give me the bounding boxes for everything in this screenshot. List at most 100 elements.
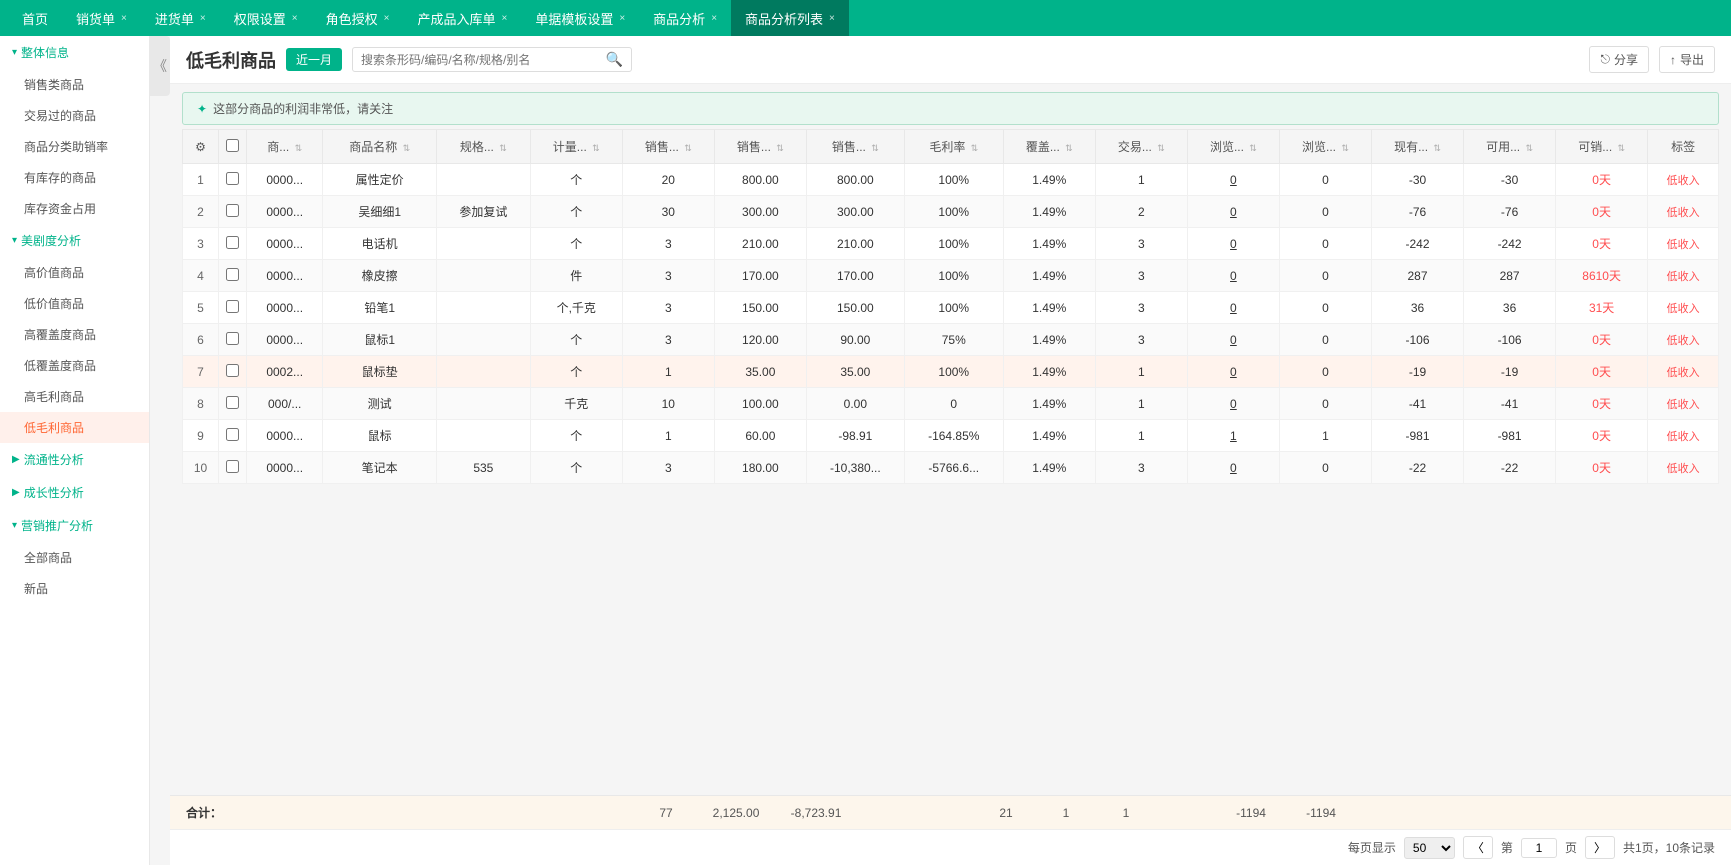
- sort-view1-icon[interactable]: ⇅: [1249, 143, 1257, 153]
- cell-checkbox-4[interactable]: [219, 292, 247, 324]
- cell-name-2[interactable]: 电话机: [323, 228, 437, 260]
- sidebar-group-overall[interactable]: ▾ 整体信息: [0, 36, 149, 69]
- sort-sellable-icon[interactable]: ⇅: [1618, 143, 1626, 153]
- cell-checkbox-9[interactable]: [219, 452, 247, 484]
- nav-analysis[interactable]: 商品分析 ×: [639, 0, 731, 36]
- cell-name-3[interactable]: 橡皮擦: [323, 260, 437, 292]
- cell-name-0[interactable]: 属性定价: [323, 164, 437, 196]
- nav-roles[interactable]: 角色授权 ×: [312, 0, 404, 36]
- sidebar-item-new-goods[interactable]: 新品: [0, 573, 149, 604]
- sort-spec-icon[interactable]: ⇅: [499, 143, 507, 153]
- page-number-input[interactable]: [1521, 838, 1557, 858]
- view1-link-6[interactable]: 0: [1230, 365, 1237, 379]
- row-checkbox-1[interactable]: [226, 204, 239, 217]
- view1-link-1[interactable]: 0: [1230, 205, 1237, 219]
- sidebar-item-traded-goods[interactable]: 交易过的商品: [0, 100, 149, 131]
- sort-available-icon[interactable]: ⇅: [1525, 143, 1533, 153]
- view1-link-7[interactable]: 0: [1230, 397, 1237, 411]
- row-checkbox-4[interactable]: [226, 300, 239, 313]
- sort-coverage-icon[interactable]: ⇅: [1065, 143, 1073, 153]
- close-sales-icon[interactable]: ×: [121, 13, 127, 24]
- settings-icon[interactable]: ⚙: [195, 140, 206, 154]
- view1-link-0[interactable]: 0: [1230, 173, 1237, 187]
- cell-name-4[interactable]: 铅笔1: [323, 292, 437, 324]
- cell-checkbox-3[interactable]: [219, 260, 247, 292]
- sort-sale-price-icon[interactable]: ⇅: [776, 143, 784, 153]
- col-checkbox[interactable]: [219, 130, 247, 164]
- cell-name-7[interactable]: 测试: [323, 388, 437, 420]
- nav-home[interactable]: 首页: [8, 0, 62, 36]
- cell-view1-0[interactable]: 0: [1187, 164, 1279, 196]
- nav-products-in[interactable]: 产成品入库单 ×: [403, 0, 521, 36]
- cell-checkbox-8[interactable]: [219, 420, 247, 452]
- close-permissions-icon[interactable]: ×: [292, 13, 298, 24]
- page-size-select[interactable]: 50 100 200: [1404, 837, 1455, 859]
- row-checkbox-0[interactable]: [226, 172, 239, 185]
- search-input[interactable]: [361, 53, 606, 67]
- cell-name-9[interactable]: 笔记本: [323, 452, 437, 484]
- sidebar-item-capital[interactable]: 库存资金占用: [0, 193, 149, 224]
- sidebar-item-high-margin[interactable]: 高毛利商品: [0, 381, 149, 412]
- sort-name-icon[interactable]: ⇅: [403, 143, 411, 153]
- nav-sales[interactable]: 销货单 ×: [62, 0, 141, 36]
- sort-view2-icon[interactable]: ⇅: [1341, 143, 1349, 153]
- cell-view1-6[interactable]: 0: [1187, 356, 1279, 388]
- cell-view1-9[interactable]: 0: [1187, 452, 1279, 484]
- view1-link-8[interactable]: 1: [1230, 429, 1237, 443]
- nav-analysis-list[interactable]: 商品分析列表 ×: [731, 0, 849, 36]
- select-all-checkbox[interactable]: [226, 139, 239, 152]
- cell-view1-4[interactable]: 0: [1187, 292, 1279, 324]
- view1-link-3[interactable]: 0: [1230, 269, 1237, 283]
- row-checkbox-9[interactable]: [226, 460, 239, 473]
- sort-unit-icon[interactable]: ⇅: [592, 143, 600, 153]
- sidebar-item-category-rate[interactable]: 商品分类助销率: [0, 131, 149, 162]
- cell-name-8[interactable]: 鼠标: [323, 420, 437, 452]
- sort-current-icon[interactable]: ⇅: [1433, 143, 1441, 153]
- view1-link-2[interactable]: 0: [1230, 237, 1237, 251]
- next-page-button[interactable]: 〉: [1585, 836, 1615, 859]
- cell-view1-3[interactable]: 0: [1187, 260, 1279, 292]
- sort-code-icon[interactable]: ⇅: [295, 143, 303, 153]
- close-roles-icon[interactable]: ×: [384, 13, 390, 24]
- cell-name-5[interactable]: 鼠标1: [323, 324, 437, 356]
- cell-name-1[interactable]: 吴细细1: [323, 196, 437, 228]
- view1-link-9[interactable]: 0: [1230, 461, 1237, 475]
- sidebar-group-flow[interactable]: ▶ 流通性分析: [0, 443, 149, 476]
- cell-checkbox-1[interactable]: [219, 196, 247, 228]
- date-filter-button[interactable]: 近一月: [286, 48, 342, 71]
- cell-checkbox-5[interactable]: [219, 324, 247, 356]
- sidebar-item-all-goods[interactable]: 全部商品: [0, 542, 149, 573]
- nav-template[interactable]: 单据模板设置 ×: [521, 0, 639, 36]
- prev-page-button[interactable]: 〈: [1463, 836, 1493, 859]
- export-button[interactable]: ↑ 导出: [1659, 46, 1715, 73]
- col-settings[interactable]: ⚙: [183, 130, 219, 164]
- cell-view1-7[interactable]: 0: [1187, 388, 1279, 420]
- sort-sale-qty-icon[interactable]: ⇅: [684, 143, 692, 153]
- sort-gross-margin-icon[interactable]: ⇅: [971, 143, 979, 153]
- sidebar-item-high-value[interactable]: 高价值商品: [0, 257, 149, 288]
- row-checkbox-2[interactable]: [226, 236, 239, 249]
- share-button[interactable]: ⎋ 分享: [1589, 46, 1649, 73]
- sidebar-item-high-coverage[interactable]: 高覆盖度商品: [0, 319, 149, 350]
- sidebar-collapse-button[interactable]: 《: [150, 36, 170, 96]
- sort-transaction-icon[interactable]: ⇅: [1157, 143, 1165, 153]
- sidebar-item-low-coverage[interactable]: 低覆盖度商品: [0, 350, 149, 381]
- cell-name-6[interactable]: 鼠标垫: [323, 356, 437, 388]
- nav-purchase[interactable]: 进货单 ×: [141, 0, 220, 36]
- sidebar-group-growth[interactable]: ▶ 成长性分析: [0, 476, 149, 509]
- cell-checkbox-0[interactable]: [219, 164, 247, 196]
- cell-checkbox-6[interactable]: [219, 356, 247, 388]
- close-analysis-list-icon[interactable]: ×: [829, 13, 835, 24]
- sidebar-item-low-value[interactable]: 低价值商品: [0, 288, 149, 319]
- close-products-in-icon[interactable]: ×: [501, 13, 507, 24]
- sort-sale-profit-icon[interactable]: ⇅: [871, 143, 879, 153]
- row-checkbox-7[interactable]: [226, 396, 239, 409]
- view1-link-5[interactable]: 0: [1230, 333, 1237, 347]
- search-icon[interactable]: 🔍: [606, 51, 623, 68]
- sidebar-item-sales-goods[interactable]: 销售类商品: [0, 69, 149, 100]
- view1-link-4[interactable]: 0: [1230, 301, 1237, 315]
- close-template-icon[interactable]: ×: [619, 13, 625, 24]
- cell-view1-2[interactable]: 0: [1187, 228, 1279, 260]
- cell-view1-8[interactable]: 1: [1187, 420, 1279, 452]
- cell-view1-5[interactable]: 0: [1187, 324, 1279, 356]
